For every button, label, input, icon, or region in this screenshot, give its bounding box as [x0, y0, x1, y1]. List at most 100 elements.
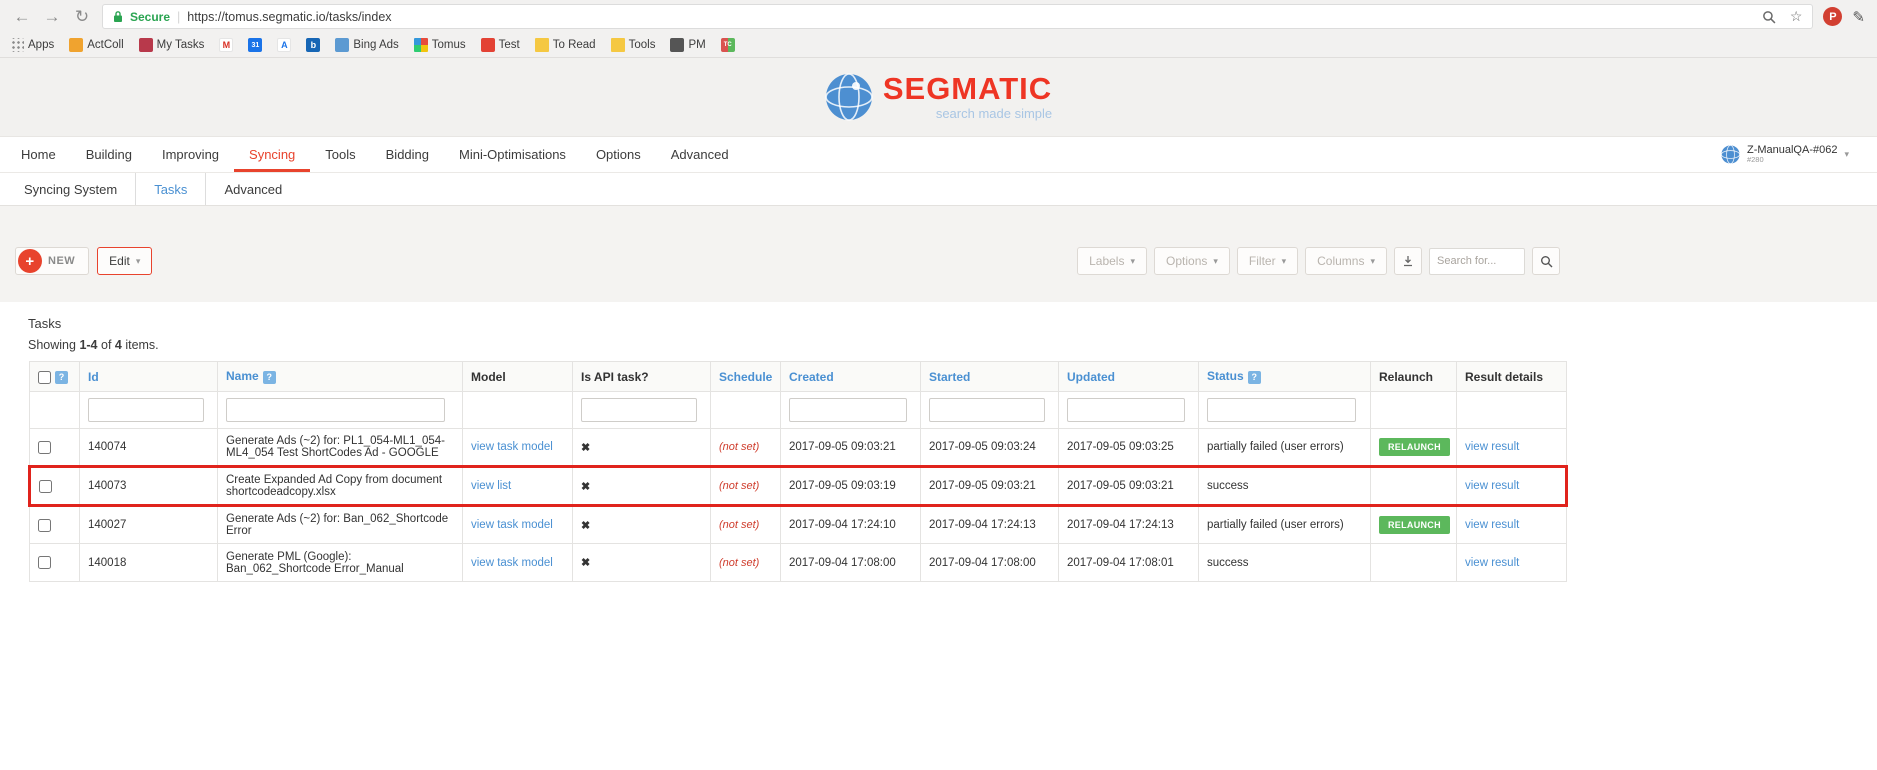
- view-result-link[interactable]: view result: [1465, 557, 1519, 569]
- bookmark-star-icon[interactable]: ☆: [1790, 8, 1803, 25]
- download-button[interactable]: [1394, 247, 1422, 275]
- view-task-model-link[interactable]: view task model: [471, 557, 553, 569]
- sort-created-link[interactable]: Created: [789, 370, 834, 384]
- page-title: Tasks: [28, 316, 62, 331]
- forward-icon[interactable]: →: [42, 8, 62, 25]
- view-task-model-link[interactable]: view task model: [471, 519, 553, 531]
- bookmark-apps[interactable]: Apps: [10, 38, 54, 52]
- sort-updated-link[interactable]: Updated: [1067, 370, 1115, 384]
- bookmark-bing-ads[interactable]: Bing Ads: [335, 38, 399, 52]
- task-id-cell: 140027: [79, 505, 218, 544]
- header-row: Id Name Model Is API task? Schedule Crea…: [29, 361, 1567, 392]
- options-button[interactable]: Options ▾: [1154, 247, 1230, 275]
- search-input[interactable]: [1429, 247, 1525, 275]
- bookmark-actcoll[interactable]: ActColl: [69, 38, 124, 52]
- view-result-link[interactable]: view result: [1465, 480, 1519, 492]
- edit-button[interactable]: Edit ▾: [97, 247, 153, 275]
- table-row[interactable]: 140074 Generate Ads (~2) for: PL1_054-ML…: [29, 428, 1567, 467]
- nav-item-options[interactable]: Options: [581, 137, 656, 172]
- nav-item-bidding[interactable]: Bidding: [371, 137, 444, 172]
- nav-item-syncing[interactable]: Syncing: [234, 137, 310, 172]
- task-id-cell: 140018: [79, 543, 218, 582]
- bookmark-gmail[interactable]: M: [219, 38, 234, 52]
- row-checkbox[interactable]: [38, 440, 51, 454]
- nav-item-advanced[interactable]: Advanced: [656, 137, 744, 172]
- bookmark-pm[interactable]: PM: [670, 38, 706, 52]
- sort-name-link[interactable]: Name: [226, 369, 259, 383]
- bookmark-tomus[interactable]: Tomus: [413, 38, 466, 52]
- bookmark-test[interactable]: Test: [480, 38, 520, 52]
- search-button[interactable]: [1532, 247, 1560, 275]
- view-list-link[interactable]: view list: [471, 480, 511, 492]
- refresh-icon[interactable]: ↻: [72, 8, 92, 25]
- bookmark-my-tasks[interactable]: My Tasks: [138, 38, 204, 52]
- name-filter-input[interactable]: [226, 398, 445, 422]
- bing-icon: b: [306, 38, 321, 52]
- address-bar[interactable]: Secure | https://tomus.segmatic.io/tasks…: [102, 4, 1814, 29]
- table-row-highlighted[interactable]: 140073 Create Expanded Ad Copy from docu…: [28, 465, 1568, 507]
- bookmark-tools[interactable]: Tools: [610, 38, 655, 52]
- row-checkbox[interactable]: [39, 479, 52, 493]
- user-menu[interactable]: Z-ManualQA-#062 #280 ▾: [1720, 137, 1871, 172]
- api-task-cell: ✖: [572, 505, 711, 544]
- subnav-item-syncing-system[interactable]: Syncing System: [6, 173, 135, 205]
- sort-schedule-link[interactable]: Schedule: [719, 370, 772, 384]
- started-filter-input[interactable]: [929, 398, 1046, 422]
- secure-label: Secure: [130, 9, 171, 24]
- my-tasks-icon: [138, 38, 153, 52]
- help-icon[interactable]: [55, 370, 68, 384]
- nav-item-building[interactable]: Building: [71, 137, 147, 172]
- bookmark-analytics[interactable]: A: [277, 38, 292, 52]
- segmatic-logo[interactable]: SEGMATIC search made simple: [825, 73, 1052, 121]
- sub-nav: Syncing System Tasks Advanced: [0, 173, 1877, 206]
- started-cell: 2017-09-05 09:03:21: [920, 465, 1059, 507]
- row-checkbox[interactable]: [38, 518, 51, 532]
- bookmark-calendar[interactable]: 31: [248, 38, 263, 52]
- status-header: Status: [1198, 361, 1371, 392]
- subnav-item-tasks[interactable]: Tasks: [135, 173, 207, 205]
- help-icon[interactable]: [1247, 370, 1261, 384]
- api-header: Is API task?: [572, 361, 711, 392]
- row-checkbox[interactable]: [38, 556, 51, 569]
- nav-item-improving[interactable]: Improving: [147, 137, 234, 172]
- view-result-link[interactable]: view result: [1465, 441, 1519, 453]
- toolbar-band: + NEW Edit ▾ Labels ▾ Options ▾ Filter ▾…: [0, 206, 1877, 302]
- subnav-item-advanced[interactable]: Advanced: [206, 173, 300, 205]
- filter-button[interactable]: Filter ▾: [1236, 247, 1299, 275]
- bookmark-tc[interactable]: TC: [720, 38, 735, 52]
- started-cell: 2017-09-05 09:03:24: [920, 428, 1059, 467]
- labels-button[interactable]: Labels ▾: [1077, 247, 1148, 275]
- help-icon[interactable]: [262, 370, 276, 384]
- extension-p-icon[interactable]: P: [1823, 7, 1843, 26]
- relaunch-button[interactable]: RELAUNCH: [1379, 516, 1450, 534]
- back-icon[interactable]: ←: [12, 8, 32, 25]
- sort-started-link[interactable]: Started: [929, 370, 970, 384]
- result-header: Result details: [1456, 361, 1567, 392]
- relaunch-button[interactable]: RELAUNCH: [1379, 438, 1450, 456]
- view-result-link[interactable]: view result: [1465, 519, 1519, 531]
- updated-filter-input[interactable]: [1067, 398, 1186, 422]
- status-filter-input[interactable]: [1207, 398, 1356, 422]
- sort-id-link[interactable]: Id: [88, 370, 99, 384]
- columns-button[interactable]: Columns ▾: [1305, 247, 1387, 275]
- api-task-cell: ✖: [572, 465, 711, 507]
- created-filter-input[interactable]: [789, 398, 908, 422]
- sort-status-link[interactable]: Status: [1207, 369, 1244, 383]
- id-filter-input[interactable]: [88, 398, 205, 422]
- bookmark-to-read[interactable]: To Read: [534, 38, 596, 52]
- pm-icon: [670, 38, 685, 52]
- api-filter-input[interactable]: [581, 398, 698, 422]
- select-all-checkbox[interactable]: [38, 370, 51, 384]
- zoom-icon[interactable]: [1762, 10, 1776, 24]
- nav-item-mini-optimisations[interactable]: Mini-Optimisations: [444, 137, 581, 172]
- bookmark-bing[interactable]: b: [306, 38, 321, 52]
- url-text[interactable]: https://tomus.segmatic.io/tasks/index: [187, 10, 1755, 24]
- nav-item-home[interactable]: Home: [6, 137, 71, 172]
- table-row[interactable]: 140018 Generate PML (Google): Ban_062_Sh…: [29, 543, 1567, 582]
- view-task-model-link[interactable]: view task model: [471, 441, 553, 453]
- nav-item-tools[interactable]: Tools: [310, 137, 370, 172]
- extension-pencil-icon[interactable]: ✎: [1852, 8, 1865, 26]
- updated-cell: 2017-09-04 17:08:01: [1058, 543, 1199, 582]
- new-button[interactable]: + NEW: [15, 247, 90, 275]
- table-row[interactable]: 140027 Generate Ads (~2) for: Ban_062_Sh…: [29, 505, 1567, 544]
